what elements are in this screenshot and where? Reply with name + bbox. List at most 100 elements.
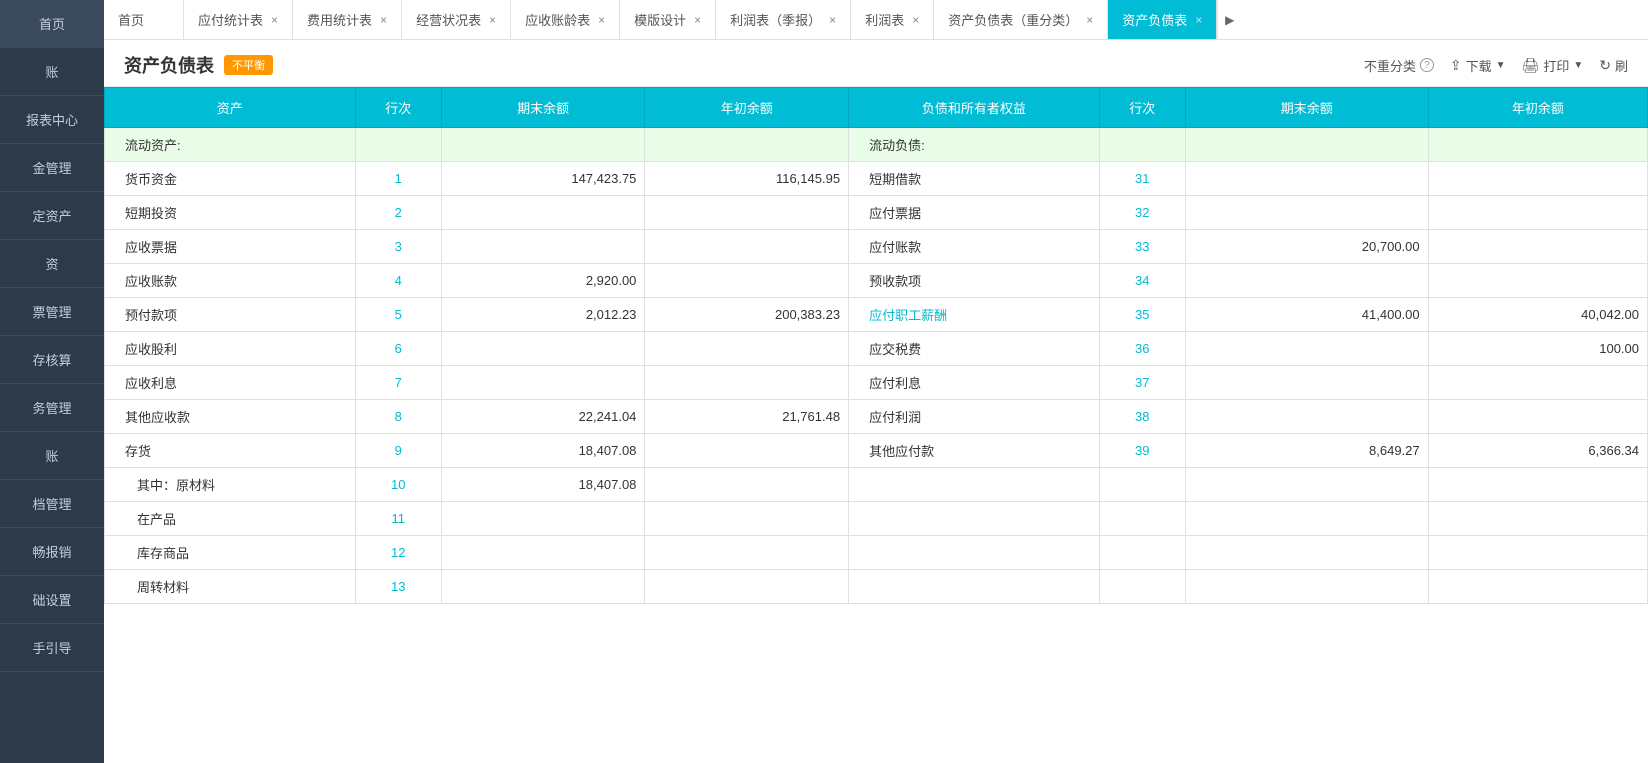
asset-name-2: 短期投资 [105,196,356,230]
sidebar-item-invoice[interactable]: 票管理 [0,288,104,336]
liab-year-3 [1428,230,1647,264]
asset-name-11: 在产品 [105,502,356,536]
liab-end-1 [1185,162,1428,196]
tab-balance-reclassify[interactable]: 资产负债表（重分类） × [934,0,1108,39]
tab-payable-stats-close[interactable]: × [271,13,278,27]
download-label: 下载 [1466,56,1492,75]
sidebar-item-tax[interactable]: 务管理 [0,384,104,432]
liab-name-6: 应交税费 [849,332,1100,366]
table-row[interactable]: 应收账款 4 2,920.00 预收款项 34 [105,264,1648,298]
sidebar-item-account[interactable]: 账 [0,432,104,480]
sidebar-item-fixed-assets[interactable]: 定资产 [0,192,104,240]
sidebar: 首页 账 报表中心 金管理 定资产 资 票管理 存核算 务管理 账 档管理 畅报… [0,0,104,763]
tab-balance-close[interactable]: × [1195,13,1202,27]
year-bal-6 [645,332,849,366]
col-header-asset: 资产 [105,88,356,128]
col-header-year-start2: 年初余额 [1428,88,1647,128]
tab-profit-quarterly-label: 利润表（季报） [730,10,821,29]
table-row[interactable]: 短期投资 2 应付票据 32 [105,196,1648,230]
table-row[interactable]: 其中：原材料 10 18,407.08 [105,468,1648,502]
tab-expense-stats-close[interactable]: × [380,13,387,27]
refresh-button[interactable]: ↻ 刷 [1599,56,1628,75]
table-row[interactable]: 其他应收款 8 22,241.04 21,761.48 应付利润 38 [105,400,1648,434]
liab-row-10 [1099,468,1185,502]
col-header-end-balance: 期末余额 [441,88,645,128]
tab-receivable-aging-close[interactable]: × [598,13,605,27]
tab-payable-stats[interactable]: 应付统计表 × [184,0,293,39]
end-bal-6 [441,332,645,366]
tab-arrow-right[interactable]: ▶ [1217,0,1241,39]
section-current-assets-label: 流动资产: [105,128,356,162]
row-num-1: 1 [355,162,441,196]
tab-expense-stats[interactable]: 费用统计表 × [293,0,402,39]
tab-template-close[interactable]: × [694,13,701,27]
table-container: 资产 行次 期末余额 年初余额 负债和所有者权益 行次 期末余额 年初余额 流动… [104,87,1648,763]
liab-row-8: 38 [1099,400,1185,434]
section-current-assets: 流动资产: 流动负债: [105,128,1648,162]
sidebar-item-finance[interactable]: 金管理 [0,144,104,192]
tab-profit-quarterly[interactable]: 利润表（季报） × [716,0,851,39]
end-bal-3 [441,230,645,264]
tab-profit-quarterly-close[interactable]: × [829,13,836,27]
table-row[interactable]: 周转材料 13 [105,570,1648,604]
asset-name-9: 存货 [105,434,356,468]
printer-icon: 🖨 [1522,57,1540,74]
download-chevron: ▼ [1496,60,1506,71]
sidebar-item-expense[interactable]: 畅报销 [0,528,104,576]
table-row[interactable]: 库存商品 12 [105,536,1648,570]
tab-profit[interactable]: 利润表 × [851,0,934,39]
asset-name-7: 应收利息 [105,366,356,400]
end-bal-10: 18,407.08 [441,468,645,502]
sidebar-item-capital[interactable]: 资 [0,240,104,288]
not-reclassify-button[interactable]: 不重分类 ? [1364,56,1434,75]
table-row[interactable]: 应收利息 7 应付利息 37 [105,366,1648,400]
liab-row-9: 39 [1099,434,1185,468]
sidebar-item-home[interactable]: 首页 [0,0,104,48]
tab-template[interactable]: 模版设计 × [620,0,716,39]
liab-end-3: 20,700.00 [1185,230,1428,264]
liab-end-7 [1185,366,1428,400]
page-title-area: 资产负债表 不平衡 [124,52,273,78]
sidebar-item-inventory[interactable]: 存核算 [0,336,104,384]
liab-year-12 [1428,536,1647,570]
end-bal-12 [441,536,645,570]
end-bal-5: 2,012.23 [441,298,645,332]
sidebar-item-settings[interactable]: 础设置 [0,576,104,624]
tab-balance[interactable]: 资产负债表 × [1108,0,1217,39]
tab-template-label: 模版设计 [634,10,686,29]
tab-receivable-aging[interactable]: 应收账龄表 × [511,0,620,39]
year-bal-2 [645,196,849,230]
tab-home[interactable]: 首页 [104,0,184,39]
asset-name-3: 应收票据 [105,230,356,264]
row-num-9: 9 [355,434,441,468]
table-row[interactable]: 应收票据 3 应付账款 33 20,700.00 [105,230,1648,264]
liab-year-1 [1428,162,1647,196]
not-reclassify-label: 不重分类 [1364,56,1416,75]
table-row[interactable]: 在产品 11 [105,502,1648,536]
print-chevron: ▼ [1573,60,1583,71]
sidebar-item-archive[interactable]: 档管理 [0,480,104,528]
liab-year-13 [1428,570,1647,604]
end-bal-9: 18,407.08 [441,434,645,468]
sidebar-item-guide[interactable]: 手引导 [0,624,104,672]
table-row[interactable]: 应收股利 6 应交税费 36 100.00 [105,332,1648,366]
end-bal-8: 22,241.04 [441,400,645,434]
tab-balance-reclassify-close[interactable]: × [1086,13,1093,27]
sidebar-item-reports[interactable]: 报表中心 [0,96,104,144]
table-row[interactable]: 预付款项 5 2,012.23 200,383.23 应付职工薪酬 35 41,… [105,298,1648,332]
tab-profit-close[interactable]: × [912,13,919,27]
tab-operation[interactable]: 经营状况表 × [402,0,511,39]
liab-name-2: 应付票据 [849,196,1100,230]
row-num-4: 4 [355,264,441,298]
year-bal-9 [645,434,849,468]
print-button[interactable]: 🖨 打印 ▼ [1522,56,1584,75]
download-button[interactable]: ⇪ 下载 ▼ [1450,56,1506,75]
tab-operation-close[interactable]: × [489,13,496,27]
table-row[interactable]: 货币资金 1 147,423.75 116,145.95 短期借款 31 [105,162,1648,196]
header-actions: 不重分类 ? ⇪ 下载 ▼ 🖨 打印 ▼ ↻ 刷 [1364,56,1628,75]
liab-row-2: 32 [1099,196,1185,230]
table-row[interactable]: 存货 9 18,407.08 其他应付款 39 8,649.27 6,366.3… [105,434,1648,468]
sidebar-item-ledger[interactable]: 账 [0,48,104,96]
liab-name-3: 应付账款 [849,230,1100,264]
year-bal-7 [645,366,849,400]
